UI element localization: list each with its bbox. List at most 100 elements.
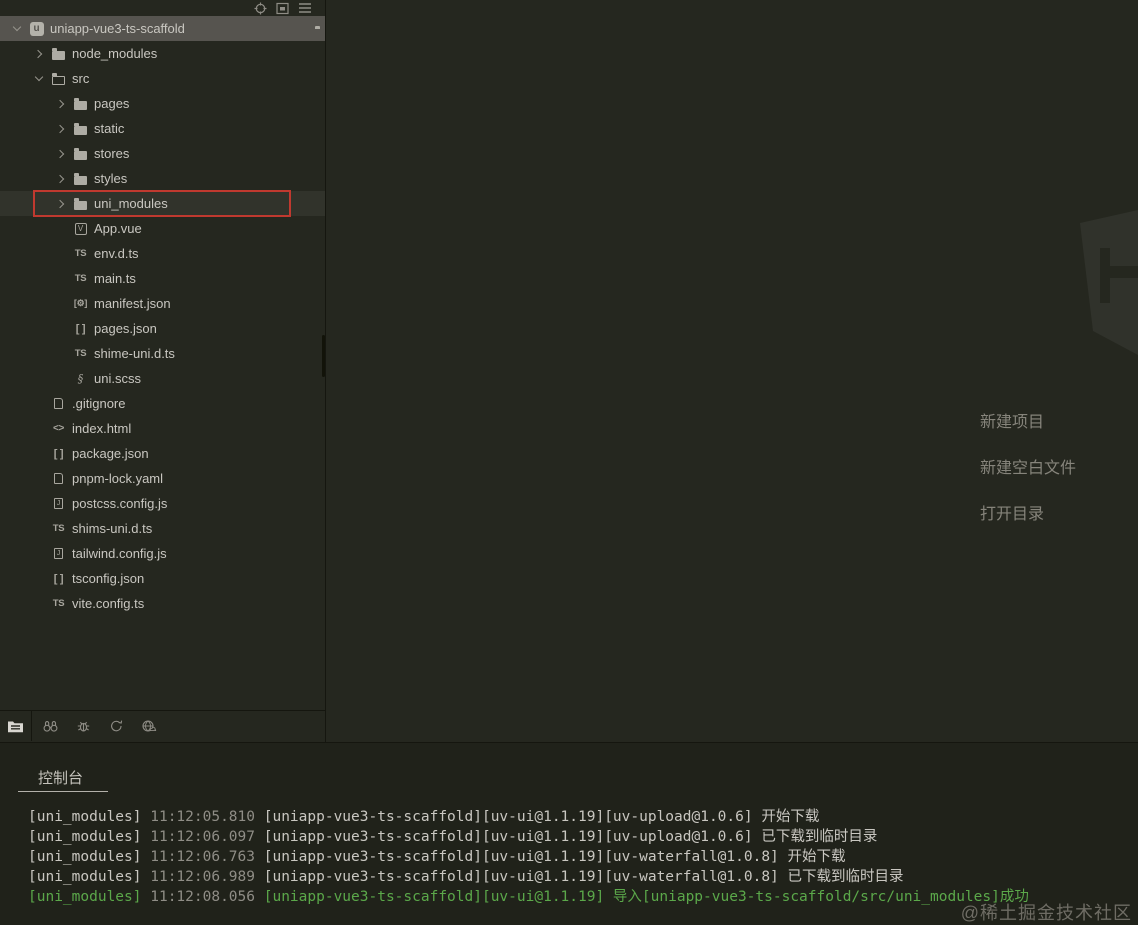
sidebar-toolbar-group [32, 711, 161, 741]
tree-item-label: pages.json [94, 321, 157, 336]
chevron-spacer [30, 391, 48, 416]
tree-item-icon-slot [48, 466, 69, 491]
chevron-spacer [30, 591, 48, 616]
tree-item-pages-json[interactable]: [ ]pages.json [0, 316, 325, 341]
tree-item--gitignore[interactable]: .gitignore [0, 391, 325, 416]
tree-item-label: stores [94, 146, 129, 161]
tree-item-vite-config-ts[interactable]: TSvite.config.ts [0, 591, 325, 616]
collapse-panel-icon[interactable] [276, 2, 289, 15]
chevron-spacer [52, 241, 70, 266]
tree-item-label: src [72, 71, 89, 86]
chevron-down-icon[interactable] [8, 16, 26, 41]
tree-item-label: tailwind.config.js [72, 546, 167, 561]
log-message: [uniapp-vue3-ts-scaffold][uv-ui@1.1.19][… [264, 869, 904, 885]
tree-item-shims-uni-d-ts[interactable]: TSshims-uni.d.ts [0, 516, 325, 541]
tree-item-icon-slot: V [70, 216, 91, 241]
tree-item-tsconfig-json[interactable]: [ ]tsconfig.json [0, 566, 325, 591]
chevron-right-icon[interactable] [52, 91, 70, 116]
chevron-right-icon[interactable] [52, 191, 70, 216]
community-watermark: @稀土掘金技术社区 [961, 899, 1132, 925]
chevron-spacer [52, 291, 70, 316]
web-globe-icon[interactable] [137, 711, 161, 742]
tree-item-pages[interactable]: pages [0, 91, 325, 116]
chevron-right-icon[interactable] [52, 166, 70, 191]
project-explorer-icon[interactable] [0, 711, 32, 741]
tree-item-index-html[interactable]: <> index.html [0, 416, 325, 441]
tree-item-src[interactable]: src [0, 66, 325, 91]
html-file-icon: <> [53, 423, 64, 434]
tab-console[interactable]: 控制台 [38, 767, 83, 788]
tree-item-app-vue[interactable]: VApp.vue [0, 216, 325, 241]
file-tree: uuniapp-vue3-ts-scaffoldnode_modulessrc p… [0, 16, 325, 616]
chevron-spacer [30, 466, 48, 491]
file-icon [54, 473, 63, 484]
chevron-spacer [52, 216, 70, 241]
chevron-spacer [30, 516, 48, 541]
tree-item-manifest-json[interactable]: [⚙]manifest.json [0, 291, 325, 316]
sync-refresh-icon[interactable] [104, 711, 128, 742]
log-source: [uni_modules] [28, 829, 142, 845]
tree-item-postcss-config-js[interactable]: Jpostcss.config.js [0, 491, 325, 516]
tree-item-icon-slot [48, 41, 69, 66]
quick-links: 新建项目新建空白文件打开目录 [980, 408, 1076, 546]
chevron-down-icon[interactable] [30, 66, 48, 91]
tree-item-main-ts[interactable]: TSmain.ts [0, 266, 325, 291]
typescript-file-icon: TS [75, 273, 87, 284]
tree-item-label: shime-uni.d.ts [94, 346, 175, 361]
tree-item-icon-slot: [ ] [70, 316, 91, 341]
debug-bug-icon[interactable] [71, 711, 95, 742]
tree-item-icon-slot: J [48, 491, 69, 516]
tree-item-icon-slot [70, 141, 91, 166]
tree-item-env-d-ts[interactable]: TSenv.d.ts [0, 241, 325, 266]
tree-item-label: index.html [72, 421, 131, 436]
typescript-file-icon: TS [53, 523, 65, 534]
console-log-line: [uni_modules] 11:12:06.097 [uniapp-vue3-… [28, 827, 1029, 847]
tree-item-tailwind-config-js[interactable]: Jtailwind.config.js [0, 541, 325, 566]
tree-item-package-json[interactable]: [ ]package.json [0, 441, 325, 466]
tree-item-uniapp-vue3-ts-scaffold[interactable]: uuniapp-vue3-ts-scaffold [0, 16, 325, 41]
log-message: [uniapp-vue3-ts-scaffold][uv-ui@1.1.19][… [264, 849, 846, 865]
tree-item-icon-slot [70, 91, 91, 116]
console-log-line: [uni_modules] 11:12:05.810 [uniapp-vue3-… [28, 807, 1029, 827]
console-log-list: [uni_modules] 11:12:05.810 [uniapp-vue3-… [28, 807, 1029, 907]
chevron-right-icon[interactable] [52, 116, 70, 141]
project-sidebar: uuniapp-vue3-ts-scaffoldnode_modulessrc p… [0, 0, 326, 742]
quick-link-1[interactable]: 新建空白文件 [980, 454, 1076, 474]
tree-item-label: tsconfig.json [72, 571, 144, 586]
chevron-right-icon[interactable] [30, 41, 48, 66]
vue-file-icon: V [75, 223, 87, 235]
tree-item-uni-scss[interactable]: §uni.scss [0, 366, 325, 391]
chevron-right-icon[interactable] [52, 141, 70, 166]
tree-item-static[interactable]: static [0, 116, 325, 141]
json-file-icon: [ ] [54, 448, 63, 460]
tree-item-stores[interactable]: stores [0, 141, 325, 166]
console-log-line: [uni_modules] 11:12:06.763 [uniapp-vue3-… [28, 847, 1029, 867]
tree-item-node-modules[interactable]: node_modules [0, 41, 325, 66]
tree-item-icon-slot: u [26, 16, 47, 41]
tree-item-icon-slot: § [70, 366, 91, 391]
tree-item-shime-uni-d-ts[interactable]: TSshime-uni.d.ts [0, 341, 325, 366]
tree-item-icon-slot [70, 191, 91, 216]
folder-icon [74, 101, 87, 110]
folder-icon [74, 201, 87, 210]
tree-item-pnpm-lock-yaml[interactable]: pnpm-lock.yaml [0, 466, 325, 491]
sidebar-scrollbar-thumb[interactable] [322, 335, 325, 377]
tree-item-icon-slot [48, 66, 69, 91]
log-timestamp: 11:12:08.056 [150, 889, 255, 905]
tree-item-icon-slot [70, 116, 91, 141]
locate-file-icon[interactable] [254, 2, 267, 15]
folder-icon [74, 176, 87, 185]
search-binoculars-icon[interactable] [38, 711, 62, 742]
log-message: [uniapp-vue3-ts-scaffold][uv-ui@1.1.19][… [264, 809, 820, 825]
tree-item-styles[interactable]: styles [0, 166, 325, 191]
tree-item-uni-modules[interactable]: uni_modules [0, 191, 325, 216]
tree-item-icon-slot: TS [70, 266, 91, 291]
menu-icon[interactable] [298, 2, 312, 14]
tree-item-label: uni_modules [94, 196, 168, 211]
chevron-spacer [30, 416, 48, 441]
tree-item-icon-slot: [ ] [48, 441, 69, 466]
quick-link-0[interactable]: 新建项目 [980, 408, 1076, 428]
folder-open-icon [52, 76, 65, 85]
tree-item-icon-slot: [⚙] [70, 291, 91, 316]
quick-link-2[interactable]: 打开目录 [980, 500, 1076, 520]
